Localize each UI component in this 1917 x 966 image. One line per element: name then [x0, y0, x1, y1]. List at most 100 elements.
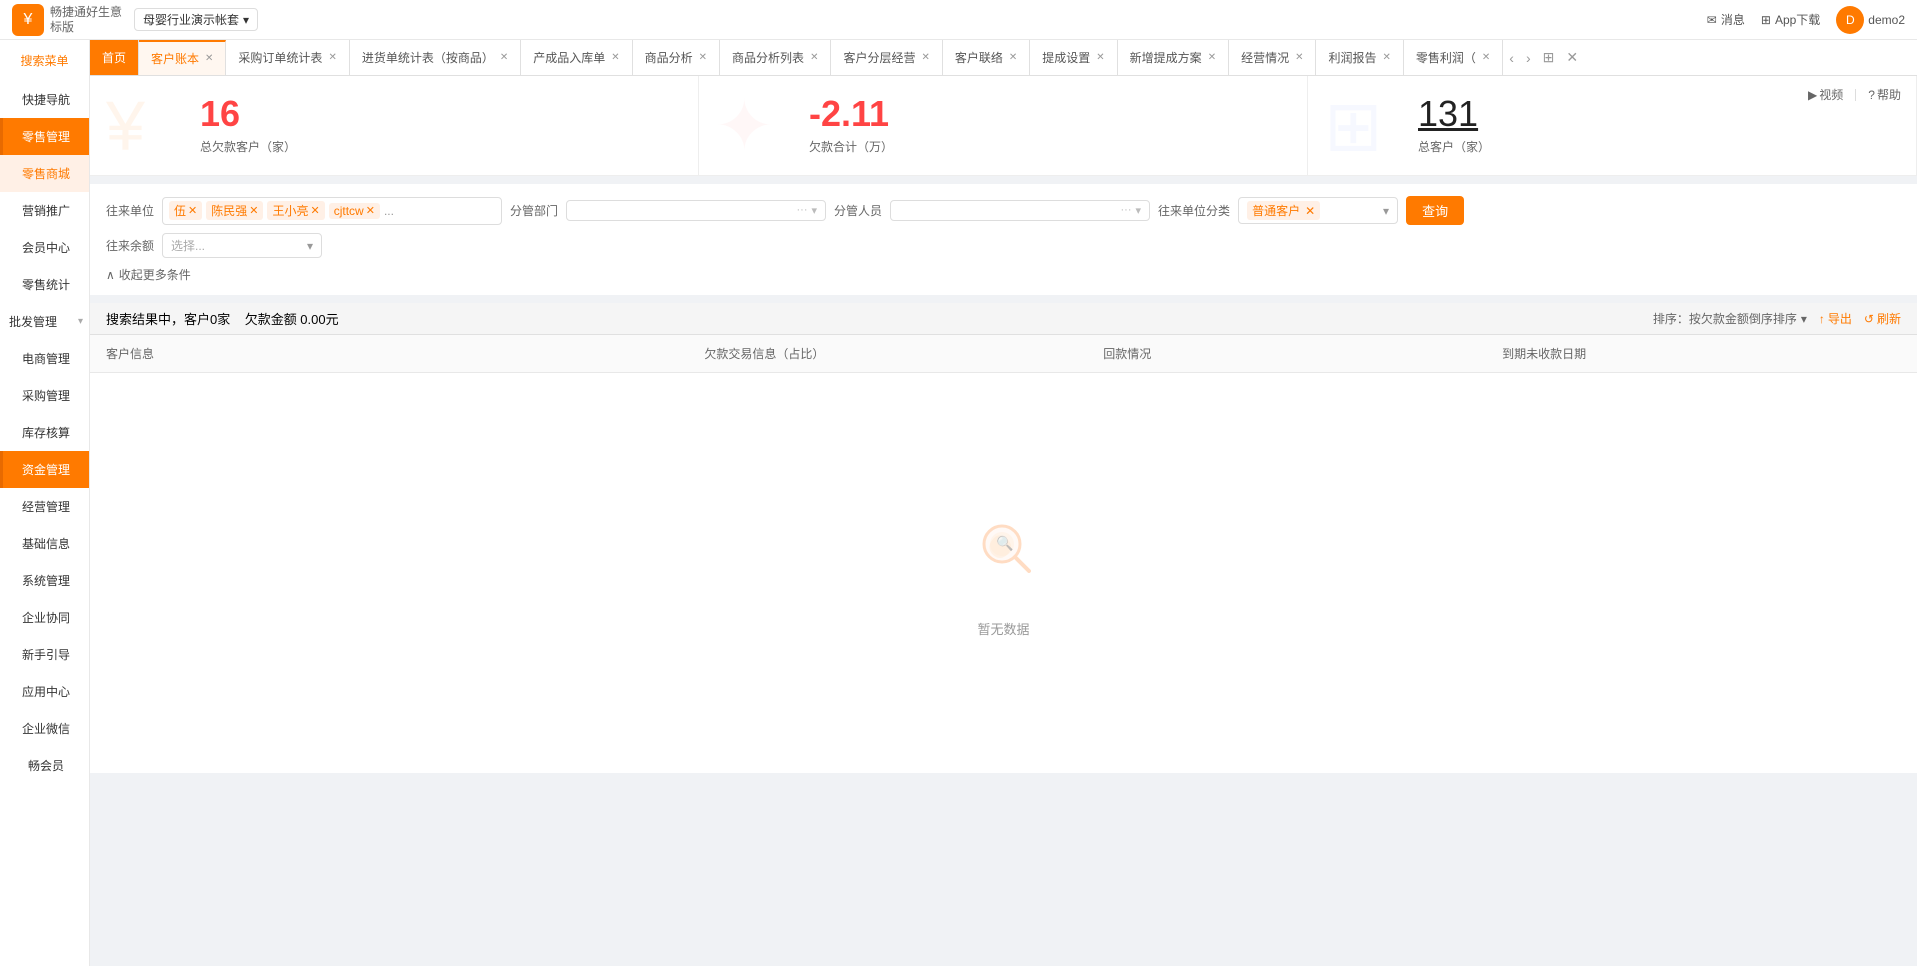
export-button[interactable]: ↑ 导出 — [1819, 310, 1852, 327]
sidebar-item-new-guide[interactable]: 新手引导 — [0, 636, 89, 673]
filter-tag-close-2[interactable]: ✕ — [249, 204, 258, 217]
tab-close-new-prompt-plan[interactable]: ✕ — [1208, 52, 1216, 63]
message-icon: ✉ — [1707, 13, 1717, 27]
svg-text:🔍: 🔍 — [996, 534, 1013, 552]
tab-retail-profit[interactable]: 零售利润（ ✕ — [1404, 40, 1503, 76]
stat-bg-icon-3: ⊞ — [1324, 85, 1383, 167]
filter-tag-close-4[interactable]: ✕ — [366, 204, 375, 217]
tab-profit-report[interactable]: 利润报告 ✕ — [1316, 40, 1403, 76]
tab-close-operation-status[interactable]: ✕ — [1295, 52, 1303, 63]
help-area: ▶ 视频 ? 帮助 — [1808, 86, 1901, 103]
tab-close-customer-link[interactable]: ✕ — [1009, 52, 1017, 63]
divider — [1855, 89, 1856, 101]
unit-class-dropdown[interactable]: 普通客户 ✕ ▾ — [1238, 197, 1398, 224]
empty-state: 🔍 暂无数据 — [944, 448, 1064, 698]
staff-more-icon[interactable]: ··· — [1121, 204, 1132, 217]
sidebar-item-retail-mgmt[interactable]: 零售管理 — [0, 118, 89, 155]
tab-product-analysis[interactable]: 商品分析 ✕ — [633, 40, 720, 76]
tab-customer-link[interactable]: 客户联络 ✕ — [943, 40, 1030, 76]
app-download-button[interactable]: ⊞ App下载 — [1761, 11, 1820, 28]
logo-icon: ¥ — [12, 4, 44, 36]
tab-close-prompt-settings[interactable]: ✕ — [1096, 52, 1104, 63]
tab-close-purchase-order-stat[interactable]: ✕ — [328, 52, 336, 63]
search-menu-button[interactable]: 搜索菜单 — [8, 48, 81, 73]
sidebar-item-purchase[interactable]: 采购管理 — [0, 377, 89, 414]
stat-label-overdue-customers: 总欠款客户（家） — [120, 138, 296, 155]
sidebar-item-inventory[interactable]: 库存核算 — [0, 414, 89, 451]
tab-close-stock-stat-product[interactable]: ✕ — [500, 52, 508, 63]
sidebar-item-quick-nav[interactable]: 快捷导航 — [0, 81, 89, 118]
video-icon: ▶ — [1808, 88, 1817, 102]
sidebar-item-biz-wechat[interactable]: 企业微信 — [0, 710, 89, 747]
tab-close-profit-report[interactable]: ✕ — [1383, 52, 1391, 63]
tab-close-customer-book[interactable]: ✕ — [205, 53, 213, 64]
sidebar-item-operation[interactable]: 经营管理 — [0, 488, 89, 525]
tab-cost-in[interactable]: 产成品入库单 ✕ — [521, 40, 632, 76]
sidebar-item-retail-shop[interactable]: 零售商城 — [0, 155, 89, 192]
sidebar-item-app-center[interactable]: 应用中心 — [0, 673, 89, 710]
tab-operation-status[interactable]: 经营情况 ✕ — [1229, 40, 1316, 76]
avatar: D — [1836, 6, 1864, 34]
sort-select[interactable]: 排序：按欠款金额倒序排序 ▾ — [1653, 310, 1807, 327]
tab-product-analysis-list[interactable]: 商品分析列表 ✕ — [720, 40, 831, 76]
tab-customer-tier[interactable]: 客户分层经营 ✕ — [831, 40, 942, 76]
dept-dropdown[interactable]: ··· ▾ — [566, 200, 826, 221]
sidebar-item-member[interactable]: 会员中心 — [0, 229, 89, 266]
empty-text: 暂无数据 — [977, 619, 1029, 638]
tab-home[interactable]: 首页 — [90, 40, 139, 76]
table-body: 🔍 暂无数据 — [90, 373, 1917, 773]
chevron-down-icon-sort: ▾ — [1801, 312, 1807, 326]
filter-tag-close-1[interactable]: ✕ — [188, 204, 197, 217]
user-menu[interactable]: D demo2 — [1836, 6, 1905, 34]
sidebar-item-basic-info[interactable]: 基础信息 — [0, 525, 89, 562]
sidebar-item-ecommerce[interactable]: 电商管理 — [0, 340, 89, 377]
empty-icon: 🔍 — [964, 508, 1044, 607]
collapse-row: ∧ 收起更多条件 — [106, 266, 1901, 283]
staff-dropdown[interactable]: ··· ▾ — [890, 200, 1150, 221]
search-result-right: 排序：按欠款金额倒序排序 ▾ ↑ 导出 ↺ 刷新 — [1653, 310, 1901, 327]
unit-class-tag: 普通客户 ✕ — [1247, 201, 1320, 220]
sidebar-item-sys-mgmt[interactable]: 系统管理 — [0, 562, 89, 599]
tab-prompt-settings[interactable]: 提成设置 ✕ — [1030, 40, 1117, 76]
sidebar-item-vip[interactable]: 畅会员 — [0, 747, 89, 784]
message-button[interactable]: ✉ 消息 — [1707, 11, 1745, 28]
tab-expand[interactable]: ⊞ — [1537, 49, 1561, 66]
tab-close-cost-in[interactable]: ✕ — [611, 52, 619, 63]
search-result-text: 搜索结果中，客户0家 欠款金额 0.00元 — [106, 309, 339, 328]
col-customer-info: 客户信息 — [106, 345, 704, 362]
sidebar-item-finance[interactable]: 资金管理 — [0, 451, 89, 488]
owner-unit-input[interactable]: 伍 ✕ 陈民强 ✕ 王小亮 ✕ — [162, 197, 502, 225]
filter-tag-4: cjttcw ✕ — [329, 203, 380, 219]
tab-scroll-left[interactable]: ‹ — [1503, 50, 1520, 66]
tab-new-prompt-plan[interactable]: 新增提成方案 ✕ — [1118, 40, 1229, 76]
tab-scroll-right[interactable]: › — [1520, 50, 1537, 66]
query-button[interactable]: 查询 — [1406, 196, 1464, 225]
unit-class-tag-close[interactable]: ✕ — [1305, 204, 1315, 218]
org-select[interactable]: 母婴行业演示帐套 ▾ — [134, 8, 258, 31]
tab-stock-stat-product[interactable]: 进货单统计表（按商品） ✕ — [350, 40, 521, 76]
chevron-down-icon: ▾ — [243, 13, 249, 27]
staff-actions: ··· ▾ — [1121, 204, 1142, 217]
refresh-button[interactable]: ↺ 刷新 — [1864, 310, 1901, 327]
sidebar-item-marketing[interactable]: 营销推广 — [0, 192, 89, 229]
help-button[interactable]: ? 帮助 — [1868, 86, 1901, 103]
tab-close-product-analysis-list[interactable]: ✕ — [810, 52, 818, 63]
collapse-button[interactable]: ∧ 收起更多条件 — [106, 266, 1901, 283]
filter-more-tags[interactable]: ... — [384, 204, 394, 218]
filter-tag-close-3[interactable]: ✕ — [311, 204, 320, 217]
video-help-button[interactable]: ▶ 视频 — [1808, 86, 1843, 103]
dept-clear-icon[interactable]: ··· — [797, 204, 808, 217]
sidebar-item-wholesale[interactable]: 批发管理 ▾ — [0, 303, 89, 340]
chevron-down-icon-dept: ▾ — [812, 204, 818, 217]
sidebar-item-enterprise[interactable]: 企业协同 — [0, 599, 89, 636]
tab-close-customer-tier[interactable]: ✕ — [921, 52, 929, 63]
sidebar-item-retail-stat[interactable]: 零售统计 — [0, 266, 89, 303]
balance-dropdown[interactable]: 选择... ▾ — [162, 233, 322, 258]
tab-close-retail-profit[interactable]: ✕ — [1482, 52, 1490, 63]
tab-close-product-analysis[interactable]: ✕ — [699, 52, 707, 63]
tab-purchase-order-stat[interactable]: 采购订单统计表 ✕ — [226, 40, 349, 76]
stat-bg-icon-2: ✦ — [715, 85, 774, 167]
tab-customer-book[interactable]: 客户账本 ✕ — [139, 40, 226, 76]
tab-close-all[interactable]: ✕ — [1560, 49, 1584, 66]
logo-area: ¥ 畅捷通好生意 标版 — [12, 4, 122, 36]
